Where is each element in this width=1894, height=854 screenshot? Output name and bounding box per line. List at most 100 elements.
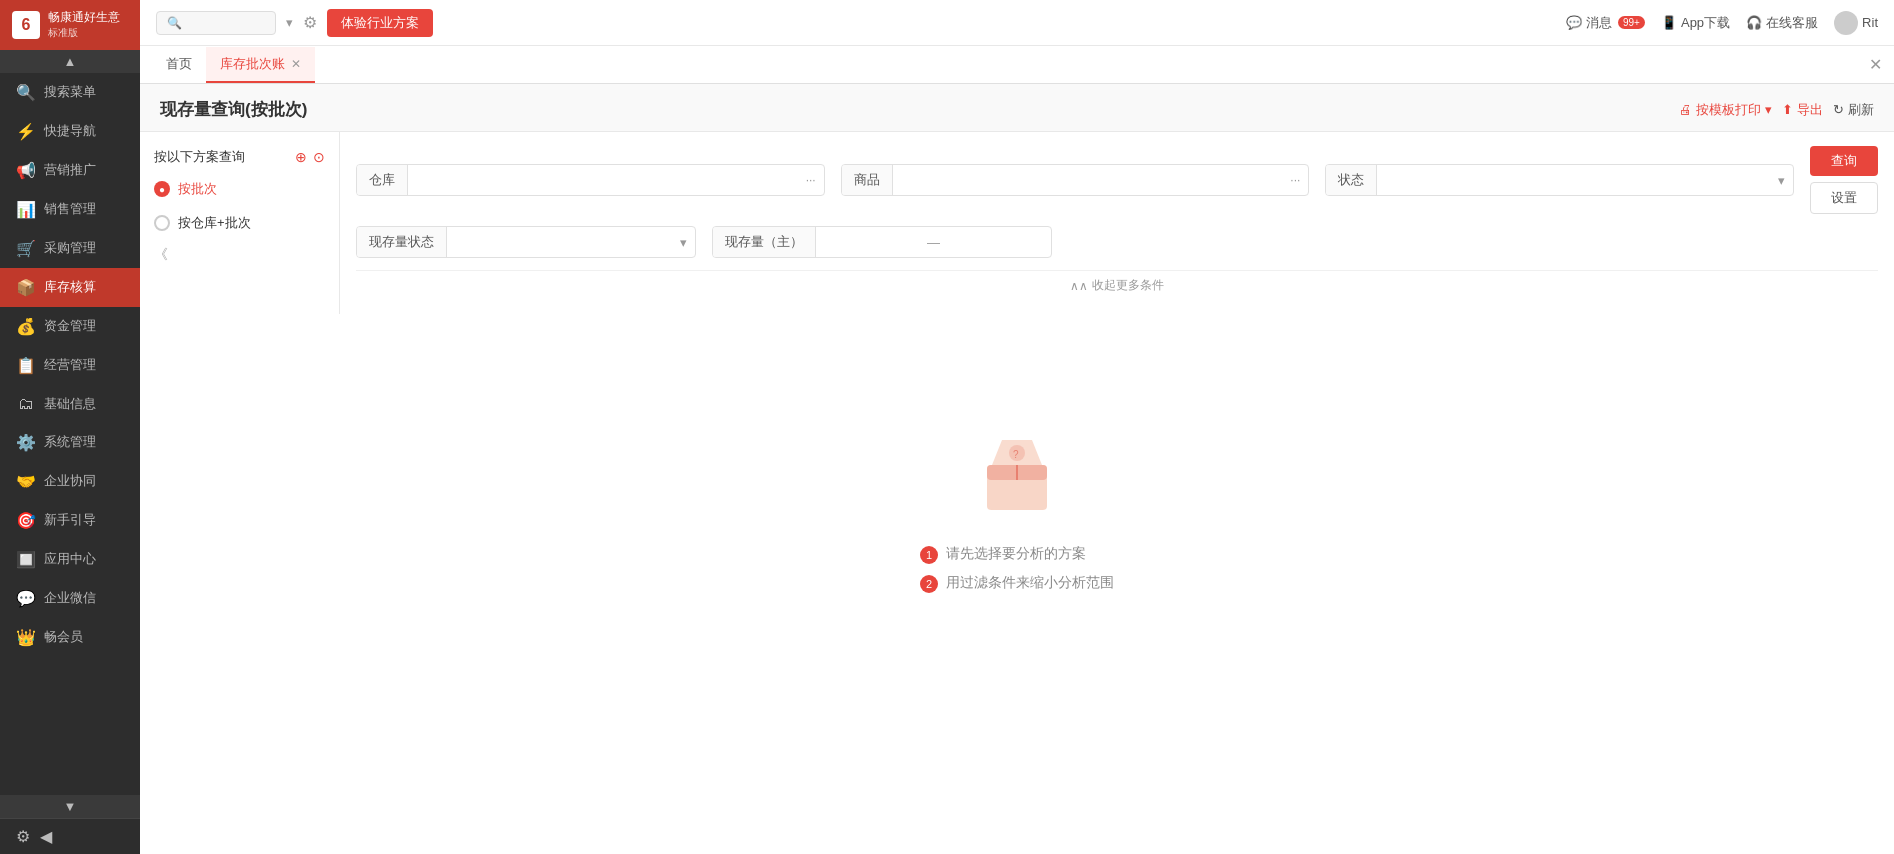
query-btn[interactable]: 查询 xyxy=(1810,146,1878,176)
sidebar-item-enterprise[interactable]: 🤝 企业协同 xyxy=(0,462,140,501)
app-logo: 6 xyxy=(12,11,40,39)
tab-batch-account[interactable]: 库存批次账 ✕ xyxy=(206,47,315,83)
sidebar-item-label: 营销推广 xyxy=(44,161,96,179)
stock-status-dropdown[interactable]: ▾ xyxy=(672,235,695,250)
scheme-settings-icon[interactable]: ⊙ xyxy=(313,149,325,165)
search-icon: 🔍 xyxy=(167,16,182,30)
sidebar-item-sales[interactable]: 📊 销售管理 xyxy=(0,190,140,229)
stock-status-input[interactable] xyxy=(447,235,672,250)
system-icon: ⚙️ xyxy=(16,433,36,452)
sidebar-item-inventory[interactable]: 📦 库存核算 xyxy=(0,268,140,307)
sidebar-item-marketing[interactable]: 📢 营销推广 xyxy=(0,151,140,190)
messages-badge: 99+ xyxy=(1618,16,1645,29)
search-icon: 🔍 xyxy=(16,83,36,102)
tab-home[interactable]: 首页 xyxy=(152,47,206,83)
sidebar-item-member[interactable]: 👑 畅会员 xyxy=(0,618,140,657)
action-btns: 查询 设置 xyxy=(1810,146,1878,214)
experience-btn[interactable]: 体验行业方案 xyxy=(327,9,433,37)
sidebar-item-operations[interactable]: 📋 经营管理 xyxy=(0,346,140,385)
wechat-icon: 💬 xyxy=(16,589,36,608)
sidebar-scroll-down[interactable]: ▼ xyxy=(0,795,140,818)
tab-close-icon[interactable]: ✕ xyxy=(291,57,301,71)
filter-status: 状态 ▾ xyxy=(1325,164,1794,196)
sidebar-item-finance[interactable]: 💰 资金管理 xyxy=(0,307,140,346)
refresh-btn[interactable]: ↻ 刷新 xyxy=(1833,101,1874,119)
print-btn[interactable]: 🖨 按模板打印 ▾ xyxy=(1679,101,1772,119)
settings-btn[interactable]: 设置 xyxy=(1810,182,1878,214)
newbie-icon: 🎯 xyxy=(16,511,36,530)
product-more-icon[interactable]: ··· xyxy=(1282,173,1308,187)
user-avatar[interactable]: Rit xyxy=(1834,11,1878,35)
scheme-title: 按以下方案查询 xyxy=(154,148,245,166)
apps-icon: 🔲 xyxy=(16,550,36,569)
page-container: 现存量查询(按批次) 🖨 按模板打印 ▾ ⬆ 导出 ↻ 刷新 xyxy=(140,84,1894,854)
empty-svg: ? xyxy=(967,425,1067,525)
status-dropdown-icon[interactable]: ▾ xyxy=(1770,173,1793,188)
sidebar-item-apps[interactable]: 🔲 应用中心 xyxy=(0,540,140,579)
close-panel-btn[interactable]: ✕ xyxy=(1869,55,1882,74)
online-service-label: 在线客服 xyxy=(1766,14,1818,32)
status-input[interactable] xyxy=(1377,173,1770,188)
warehouse-more-icon[interactable]: ··· xyxy=(798,173,824,187)
scheme-item-warehouse-batch[interactable]: 按仓库+批次 xyxy=(140,206,339,240)
sidebar-item-system[interactable]: ⚙️ 系统管理 xyxy=(0,423,140,462)
warehouse-input[interactable] xyxy=(408,173,798,188)
tab-bar: 首页 库存批次账 ✕ ✕ xyxy=(140,46,1894,84)
warehouse-label: 仓库 xyxy=(357,165,408,195)
filter-stock-qty: 现存量（主） — xyxy=(712,226,1052,258)
sidebar: 6 畅康通好生意 标准版 ▲ 🔍 搜索菜单 ⚡ 快捷导航 📢 营销推广 📊 销售… xyxy=(0,0,140,854)
app-download-btn[interactable]: 📱 App下载 xyxy=(1661,14,1730,32)
stock-qty-to[interactable] xyxy=(944,235,1041,250)
sidebar-item-search[interactable]: 🔍 搜索菜单 xyxy=(0,73,140,112)
dropdown-arrow-icon[interactable]: ▾ xyxy=(286,15,293,30)
scheme-collapse-btn[interactable]: 《 xyxy=(140,240,339,270)
export-icon: ⬆ xyxy=(1782,102,1793,117)
sidebar-item-label: 基础信息 xyxy=(44,395,96,413)
page-content: 现存量查询(按批次) 🖨 按模板打印 ▾ ⬆ 导出 ↻ 刷新 xyxy=(140,84,1894,854)
topbar-right: 💬 消息 99+ 📱 App下载 🎧 在线客服 Rit xyxy=(1566,11,1878,35)
sidebar-item-basics[interactable]: 🗂 基础信息 xyxy=(0,385,140,423)
user-label: Rit xyxy=(1862,15,1878,30)
status-label: 状态 xyxy=(1326,165,1377,195)
member-icon: 👑 xyxy=(16,628,36,647)
collapse-label: 收起更多条件 xyxy=(1092,277,1164,294)
inventory-icon: 📦 xyxy=(16,278,36,297)
sidebar-item-label: 畅会员 xyxy=(44,628,83,646)
sidebar-scroll-up[interactable]: ▲ xyxy=(0,50,140,73)
messages-btn[interactable]: 💬 消息 99+ xyxy=(1566,14,1645,32)
page-title: 现存量查询(按批次) xyxy=(160,98,307,121)
sidebar-header: 6 畅康通好生意 标准版 xyxy=(0,0,140,50)
refresh-label: 刷新 xyxy=(1848,101,1874,119)
scheme-dot-warehouse xyxy=(154,215,170,231)
sidebar-item-newbie[interactable]: 🎯 新手引导 xyxy=(0,501,140,540)
sidebar-item-label: 应用中心 xyxy=(44,550,96,568)
avatar-icon xyxy=(1834,11,1858,35)
headset-icon: 🎧 xyxy=(1746,15,1762,30)
print-icon: 🖨 xyxy=(1679,102,1692,117)
filters-area: 仓库 ··· 商品 ··· 状态 xyxy=(340,132,1894,314)
scheme-add-icon[interactable]: ⊕ xyxy=(295,149,307,165)
sidebar-item-quicknav[interactable]: ⚡ 快捷导航 xyxy=(0,112,140,151)
sidebar-item-purchase[interactable]: 🛒 采购管理 xyxy=(0,229,140,268)
scheme-label-batch: 按批次 xyxy=(178,180,217,198)
settings-gear-icon[interactable]: ⚙ xyxy=(303,13,317,32)
export-btn[interactable]: ⬆ 导出 xyxy=(1782,101,1823,119)
filters-wrapper: 仓库 ··· 商品 ··· 状态 xyxy=(340,132,1894,314)
settings-icon[interactable]: ⚙ xyxy=(16,827,30,846)
collapse-bar[interactable]: ∧∧ 收起更多条件 xyxy=(356,270,1878,300)
stock-qty-from[interactable] xyxy=(826,235,923,250)
collapse-sidebar-icon[interactable]: ◀ xyxy=(40,827,52,846)
online-service-btn[interactable]: 🎧 在线客服 xyxy=(1746,14,1818,32)
sidebar-bottom: ⚙ ◀ xyxy=(0,818,140,854)
scheme-item-batch[interactable]: ● 按批次 xyxy=(140,172,339,206)
global-search[interactable]: 🔍 xyxy=(156,11,276,35)
range-separator: — xyxy=(927,235,940,250)
empty-step-2: 2 用过滤条件来缩小分析范围 xyxy=(920,574,1114,593)
product-input[interactable] xyxy=(893,173,1283,188)
sidebar-item-wechat[interactable]: 💬 企业微信 xyxy=(0,579,140,618)
app-download-label: App下载 xyxy=(1681,14,1730,32)
filter-row-1: 仓库 ··· 商品 ··· 状态 xyxy=(356,146,1878,214)
sidebar-item-label: 销售管理 xyxy=(44,200,96,218)
refresh-icon: ↻ xyxy=(1833,102,1844,117)
export-label: 导出 xyxy=(1797,101,1823,119)
